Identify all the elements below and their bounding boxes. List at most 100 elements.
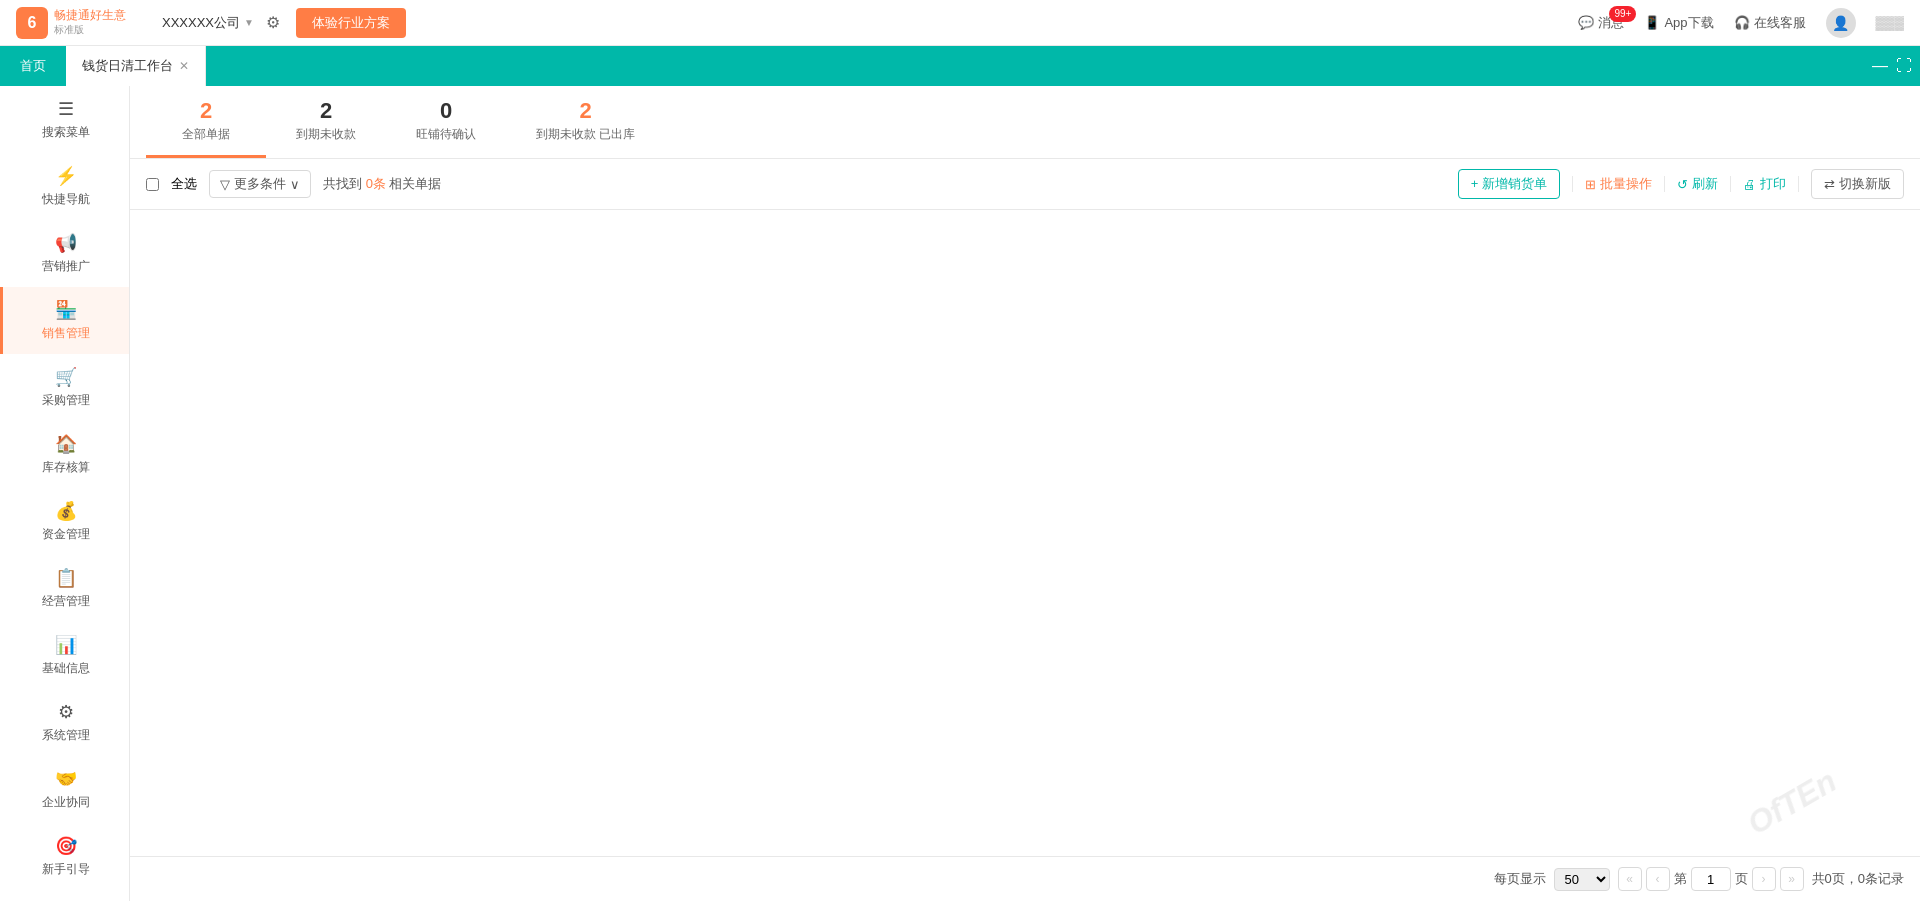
- top-bar: 6 畅捷通好生意 标准版 XXXXXX公司 ▼ ⚙ 体验行业方案 💬 消息 99…: [0, 0, 1920, 46]
- purchase-icon: 🛒: [55, 366, 77, 388]
- logo-icon: 6: [16, 7, 48, 39]
- divider2: [1664, 176, 1665, 192]
- inventory-icon: 🏠: [55, 433, 77, 455]
- sidebar-item-operations[interactable]: 📋 经营管理: [0, 555, 129, 622]
- sidebar-label-cooperation: 企业协同: [42, 794, 90, 811]
- batch-operation-button[interactable]: ⊞ 批量操作: [1585, 175, 1652, 193]
- sidebar-label-purchase: 采购管理: [42, 392, 90, 409]
- toolbar-right: + 新增销货单 ⊞ 批量操作 ↺ 刷新 🖨 打印 ⇄: [1458, 169, 1904, 199]
- page-first-button[interactable]: «: [1618, 867, 1642, 891]
- sidebar-item-finance[interactable]: 💰 资金管理: [0, 488, 129, 555]
- message-icon: 💬: [1578, 15, 1594, 30]
- found-text: 共找到 0条 相关单据: [323, 175, 441, 193]
- more-filters-button[interactable]: ▽ 更多条件 ∨: [209, 170, 311, 198]
- message-button[interactable]: 💬 消息 99+: [1578, 14, 1624, 32]
- stat-num-all: 2: [200, 98, 212, 124]
- page-last-button[interactable]: »: [1780, 867, 1804, 891]
- page-prev-button[interactable]: ‹: [1646, 867, 1670, 891]
- user-name-area[interactable]: ▓▓▓: [1876, 15, 1904, 30]
- stat-tab-overdue[interactable]: 2 到期未收款: [266, 86, 386, 158]
- cooperation-icon: 🤝: [55, 768, 77, 790]
- per-page-label: 每页显示: [1494, 870, 1546, 888]
- sidebar-item-basic-info[interactable]: 📊 基础信息: [0, 622, 129, 689]
- app-download-button[interactable]: 📱 App下载: [1644, 14, 1713, 32]
- finance-icon: 💰: [55, 500, 77, 522]
- user-placeholder: ▓▓▓: [1876, 15, 1904, 30]
- online-service-button[interactable]: 🎧 在线客服: [1734, 14, 1806, 32]
- refresh-button[interactable]: ↺ 刷新: [1677, 175, 1718, 193]
- print-icon: 🖨: [1743, 177, 1756, 192]
- stat-label-pending: 旺铺待确认: [416, 126, 476, 143]
- company-selector[interactable]: XXXXXX公司 ▼: [162, 14, 254, 32]
- new-sale-button[interactable]: + 新增销货单: [1458, 169, 1560, 199]
- sidebar-label-search-menu: 搜索菜单: [42, 124, 90, 141]
- avatar[interactable]: 👤: [1826, 8, 1856, 38]
- select-all-checkbox[interactable]: [146, 178, 159, 191]
- sidebar-label-system: 系统管理: [42, 727, 90, 744]
- tab-close-icon[interactable]: ✕: [179, 59, 189, 73]
- toolbar-left: 全选 ▽ 更多条件 ∨ 共找到 0条 相关单据: [146, 170, 1446, 198]
- pagination: 每页显示 50 20 100 « ‹ 第 页 › » 共0页，0条记录: [130, 856, 1920, 901]
- content-area: 2 全部单据 2 到期未收款 0 旺铺待确认 2 到期未收款 已出库 全选: [130, 86, 1920, 901]
- sidebar-item-quick-nav[interactable]: ⚡ 快捷导航: [0, 153, 129, 220]
- sidebar: ☰ 搜索菜单 ⚡ 快捷导航 📢 营销推广 🏪 销售管理 🛒 采购管理 🏠 库存核…: [0, 86, 130, 901]
- tab-workbench-label: 钱货日清工作台: [82, 57, 173, 75]
- stats-tabs: 2 全部单据 2 到期未收款 0 旺铺待确认 2 到期未收款 已出库: [130, 86, 1920, 159]
- stat-num-pending: 0: [440, 98, 452, 124]
- logo-sub: 标准版: [54, 23, 126, 37]
- sidebar-label-basic-info: 基础信息: [42, 660, 90, 677]
- stat-num-overdue: 2: [320, 98, 332, 124]
- stat-tab-overdue-out[interactable]: 2 到期未收款 已出库: [506, 86, 665, 158]
- main-layout: ☰ 搜索菜单 ⚡ 快捷导航 📢 营销推广 🏪 销售管理 🛒 采购管理 🏠 库存核…: [0, 86, 1920, 901]
- sidebar-item-cooperation[interactable]: 🤝 企业协同: [0, 756, 129, 823]
- print-button[interactable]: 🖨 打印: [1743, 175, 1786, 193]
- found-prefix: 共找到: [323, 176, 362, 191]
- stat-num-overdue-out: 2: [580, 98, 592, 124]
- stat-tab-all[interactable]: 2 全部单据: [146, 86, 266, 158]
- found-count: 0条: [366, 176, 386, 191]
- page-number-input[interactable]: [1691, 867, 1731, 891]
- table-area: [130, 210, 1920, 856]
- download-icon: 📱: [1644, 15, 1660, 30]
- quick-nav-icon: ⚡: [55, 165, 77, 187]
- refresh-label: 刷新: [1692, 175, 1718, 193]
- sidebar-item-guide[interactable]: 🎯 新手引导: [0, 823, 129, 890]
- settings-icon[interactable]: ⚙: [266, 13, 280, 32]
- sidebar-label-operations: 经营管理: [42, 593, 90, 610]
- online-service-label: 在线客服: [1754, 14, 1806, 32]
- tab-maximize-icon[interactable]: ⛶: [1896, 57, 1912, 75]
- divider3: [1730, 176, 1731, 192]
- switch-version-button[interactable]: ⇄ 切换新版: [1811, 169, 1904, 199]
- tab-minimize-icon[interactable]: —: [1872, 57, 1888, 75]
- tab-workbench[interactable]: 钱货日清工作台 ✕: [66, 46, 206, 86]
- tab-bar-actions: — ⛶: [1872, 57, 1920, 75]
- stat-label-overdue-out: 到期未收款 已出库: [536, 126, 635, 143]
- page-label: 第: [1674, 870, 1687, 888]
- sidebar-item-app-center[interactable]: 📦 应用中心: [0, 890, 129, 901]
- tab-home[interactable]: 首页: [0, 46, 66, 86]
- page-suffix: 页: [1735, 870, 1748, 888]
- batch-label: 批量操作: [1600, 175, 1652, 193]
- trial-button[interactable]: 体验行业方案: [296, 8, 406, 38]
- per-page-select[interactable]: 50 20 100: [1554, 868, 1610, 891]
- tab-bar: 首页 钱货日清工作台 ✕ — ⛶: [0, 46, 1920, 86]
- print-label: 打印: [1760, 175, 1786, 193]
- sidebar-item-marketing[interactable]: 📢 营销推广: [0, 220, 129, 287]
- sidebar-item-sales[interactable]: 🏪 销售管理: [0, 287, 129, 354]
- page-next-button[interactable]: ›: [1752, 867, 1776, 891]
- divider: [1572, 176, 1573, 192]
- sidebar-label-guide: 新手引导: [42, 861, 90, 878]
- found-suffix: 相关单据: [389, 176, 441, 191]
- stat-tab-pending[interactable]: 0 旺铺待确认: [386, 86, 506, 158]
- sidebar-item-system[interactable]: ⚙ 系统管理: [0, 689, 129, 756]
- company-name: XXXXXX公司: [162, 14, 240, 32]
- sidebar-item-inventory[interactable]: 🏠 库存核算: [0, 421, 129, 488]
- more-filters-label: 更多条件: [234, 175, 286, 193]
- sidebar-item-search-menu[interactable]: ☰ 搜索菜单: [0, 86, 129, 153]
- avatar-icon: 👤: [1832, 15, 1849, 31]
- batch-icon: ⊞: [1585, 177, 1596, 192]
- sidebar-label-quick-nav: 快捷导航: [42, 191, 90, 208]
- chevron-down-icon: ▼: [244, 17, 254, 28]
- sidebar-item-purchase[interactable]: 🛒 采购管理: [0, 354, 129, 421]
- filter-icon: ▽: [220, 177, 230, 192]
